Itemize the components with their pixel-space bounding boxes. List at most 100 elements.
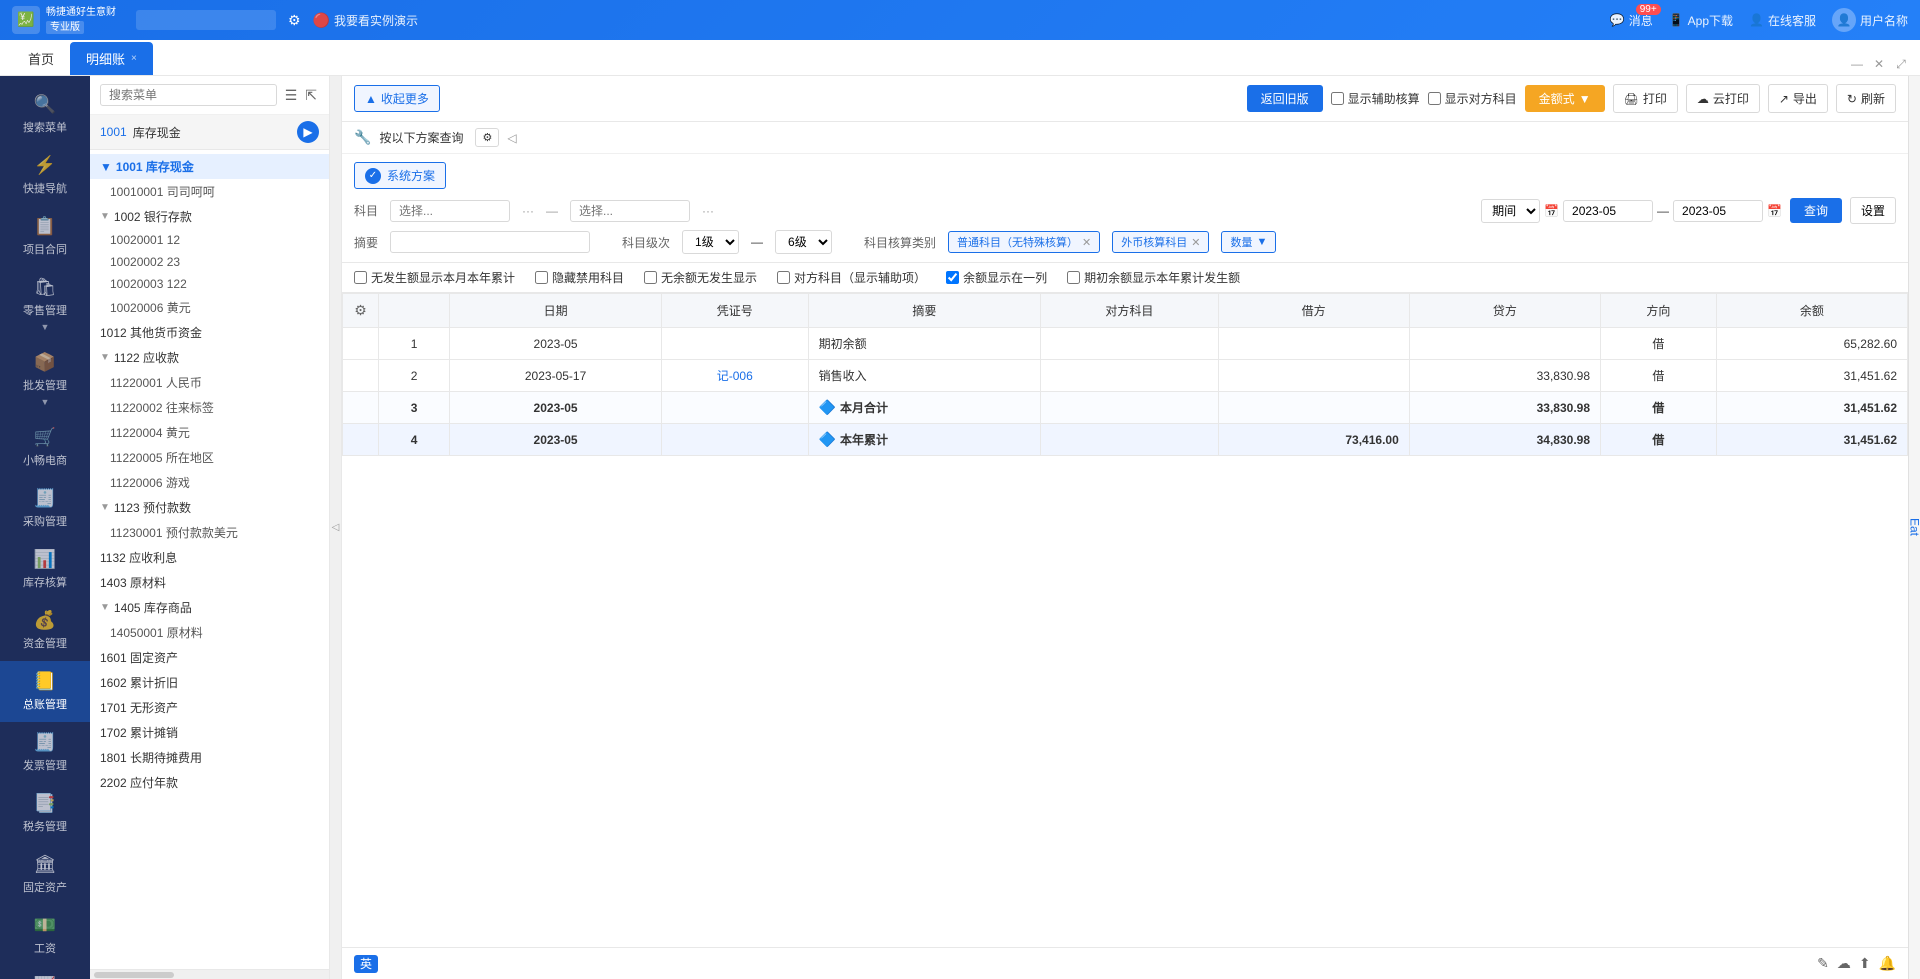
tree-item-1801[interactable]: 1801 长期待摊费用 bbox=[90, 745, 329, 770]
app-download-btn[interactable]: 📱 App下载 bbox=[1669, 12, 1733, 29]
status-translate-btn[interactable]: 英 bbox=[354, 955, 378, 972]
chk-hide-disabled[interactable]: 隐藏禁用科目 bbox=[535, 269, 624, 286]
tree-item-11220005[interactable]: 11220005 所在地区 bbox=[90, 445, 329, 470]
sidebar-item-purchase[interactable]: 🧾 采购管理 bbox=[0, 478, 90, 539]
tree-list-view-btn[interactable]: ☰ bbox=[283, 85, 300, 106]
sidebar-item-salary[interactable]: 💵 工资 bbox=[0, 905, 90, 966]
tree-item-1602[interactable]: 1602 累计折旧 bbox=[90, 670, 329, 695]
tag-normal[interactable]: 普通科目（无特殊核算） ✕ bbox=[948, 231, 1100, 253]
tab-detail-ledger[interactable]: 明细账 × bbox=[70, 42, 153, 75]
window-close-btn[interactable]: ✕ bbox=[1872, 57, 1886, 71]
right-expand-panel[interactable]: Eat bbox=[1908, 76, 1920, 979]
sidebar-item-inventory[interactable]: 📊 库存核算 bbox=[0, 539, 90, 600]
tree-item-1122[interactable]: ▼ 1122 应收款 bbox=[90, 345, 329, 370]
sidebar-item-wholesale[interactable]: 📦 批发管理 ▼ bbox=[0, 342, 90, 417]
status-upload-btn[interactable]: ⬆ bbox=[1859, 955, 1871, 972]
return-old-version-btn[interactable]: 返回旧版 bbox=[1247, 85, 1323, 112]
show-contra-checkbox-label[interactable]: 显示对方科目 bbox=[1428, 90, 1517, 107]
table-column-settings-btn[interactable]: ⚙ bbox=[354, 302, 367, 319]
sidebar-item-accounting[interactable]: 📒 总账管理 bbox=[0, 661, 90, 722]
tree-item-1403[interactable]: 1403 原材料 bbox=[90, 570, 329, 595]
date-from-input[interactable] bbox=[1563, 200, 1653, 222]
chk-contra-subject-input[interactable] bbox=[777, 271, 790, 284]
tree-item-1601[interactable]: 1601 固定资产 bbox=[90, 645, 329, 670]
subject-from-input[interactable] bbox=[390, 200, 510, 222]
tree-item-1002[interactable]: ▼ 1002 银行存款 bbox=[90, 204, 329, 229]
tag-quantity[interactable]: 数量 ▼ bbox=[1221, 231, 1276, 253]
tree-collapse-all-btn[interactable]: ⇱ bbox=[303, 85, 319, 106]
summary-input[interactable] bbox=[390, 231, 590, 253]
tree-item-11220002[interactable]: 11220002 往来标签 bbox=[90, 395, 329, 420]
status-cloud-btn[interactable]: ☁ bbox=[1837, 955, 1851, 972]
status-edit-btn[interactable]: ✎ bbox=[1817, 955, 1829, 972]
sidebar-item-ecommerce[interactable]: 🛒 小畅电商 bbox=[0, 417, 90, 478]
panel-collapse-handle[interactable]: ◁ bbox=[330, 76, 342, 979]
tree-item-10020006[interactable]: 10020006 黄元 bbox=[90, 295, 329, 320]
status-bell-btn[interactable]: 🔔 bbox=[1879, 955, 1896, 972]
sidebar-item-tax[interactable]: 📑 税务管理 bbox=[0, 783, 90, 844]
tree-item-10020002[interactable]: 10020002 23 bbox=[90, 251, 329, 273]
tree-item-1132[interactable]: 1132 应收利息 bbox=[90, 545, 329, 570]
show-aux-checkbox-label[interactable]: 显示辅助核算 bbox=[1331, 90, 1420, 107]
tab-home[interactable]: 首页 bbox=[12, 42, 70, 75]
sidebar-item-fixed-assets[interactable]: 🏛 固定资产 bbox=[0, 844, 90, 905]
tree-item-1001[interactable]: ▼ 1001 库存现金 bbox=[90, 154, 329, 179]
tree-item-1012[interactable]: 1012 其他货币资金 bbox=[90, 320, 329, 345]
chk-contra-subject[interactable]: 对方科目（显示辅助项） bbox=[777, 269, 926, 286]
subject-to-input[interactable] bbox=[570, 200, 690, 222]
cloud-print-btn[interactable]: ☁ 云打印 bbox=[1686, 84, 1760, 113]
more-filters-btn[interactable]: ▲ 收起更多 bbox=[354, 85, 440, 112]
tree-item-14050001[interactable]: 14050001 原材料 bbox=[90, 620, 329, 645]
tree-item-1702[interactable]: 1702 累计摊销 bbox=[90, 720, 329, 745]
window-expand-btn[interactable]: ⤢ bbox=[1894, 57, 1908, 71]
tree-item-1701[interactable]: 1701 无形资产 bbox=[90, 695, 329, 720]
tree-item-1123[interactable]: ▼ 1123 预付款数 bbox=[90, 495, 329, 520]
message-btn[interactable]: 💬 消息 99+ bbox=[1610, 12, 1653, 29]
refresh-btn[interactable]: ↻ 刷新 bbox=[1836, 84, 1896, 113]
tree-nav-next-btn[interactable]: ▶ bbox=[297, 121, 319, 143]
tag-foreign-close-icon[interactable]: ✕ bbox=[1191, 236, 1200, 249]
chk-no-activity[interactable]: 无发生额显示本月本年累计 bbox=[354, 269, 515, 286]
demo-link[interactable]: 🔴 我要看实例演示 bbox=[313, 12, 418, 29]
filter-config-btn[interactable]: ⚙ bbox=[475, 128, 499, 147]
tree-item-11220004[interactable]: 11220004 黄元 bbox=[90, 420, 329, 445]
date-to-input[interactable] bbox=[1673, 200, 1763, 222]
filter-settings-btn[interactable]: 设置 bbox=[1850, 197, 1896, 224]
sidebar-item-retail[interactable]: 🛍 零售管理 ▼ bbox=[0, 267, 90, 342]
amount-format-btn[interactable]: 金额式 ▼ bbox=[1525, 85, 1605, 112]
tree-item-11220006[interactable]: 11220006 游戏 bbox=[90, 470, 329, 495]
tag-normal-close-icon[interactable]: ✕ bbox=[1082, 236, 1091, 249]
print-btn[interactable]: 🖨 打印 bbox=[1613, 84, 1678, 113]
sidebar-item-project[interactable]: 📋 项目合同 bbox=[0, 206, 90, 267]
chk-no-balance[interactable]: 无余额无发生显示 bbox=[644, 269, 757, 286]
voucher-link[interactable]: 记-006 bbox=[717, 369, 753, 383]
window-minimize-btn[interactable]: — bbox=[1850, 57, 1864, 71]
level-from-select[interactable]: 1级 bbox=[682, 230, 739, 254]
tree-item-1405[interactable]: ▼ 1405 库存商品 bbox=[90, 595, 329, 620]
tree-item-10020003[interactable]: 10020003 122 bbox=[90, 273, 329, 295]
show-contra-checkbox[interactable] bbox=[1428, 92, 1441, 105]
topbar-settings-button[interactable]: ⚙ bbox=[284, 8, 305, 33]
chk-hide-disabled-input[interactable] bbox=[535, 271, 548, 284]
tag-foreign[interactable]: 外币核算科目 ✕ bbox=[1112, 231, 1209, 253]
sidebar-item-invoice[interactable]: 🧾 发票管理 bbox=[0, 722, 90, 783]
chk-initial-balance-input[interactable] bbox=[1067, 271, 1080, 284]
sidebar-item-finance[interactable]: 💰 资金管理 bbox=[0, 600, 90, 661]
tree-item-11220001[interactable]: 11220001 人民币 bbox=[90, 370, 329, 395]
chk-balance-one-col-input[interactable] bbox=[946, 271, 959, 284]
period-type-select[interactable]: 期间 bbox=[1481, 199, 1540, 223]
chk-no-activity-input[interactable] bbox=[354, 271, 367, 284]
show-aux-checkbox[interactable] bbox=[1331, 92, 1344, 105]
sidebar-item-operations[interactable]: 📈 经营管理 bbox=[0, 966, 90, 979]
system-scheme-btn[interactable]: ✓ 系统方案 bbox=[354, 162, 446, 189]
tree-item-10020001[interactable]: 10020001 12 bbox=[90, 229, 329, 251]
level-to-select[interactable]: 6级 bbox=[775, 230, 832, 254]
account-search-input[interactable] bbox=[100, 84, 277, 106]
online-service-btn[interactable]: 👤 在线客服 bbox=[1749, 12, 1816, 29]
horizontal-scrollbar[interactable] bbox=[90, 969, 329, 979]
tree-item-11230001[interactable]: 11230001 预付款款美元 bbox=[90, 520, 329, 545]
sidebar-item-quick-nav[interactable]: ⚡ 快捷导航 bbox=[0, 145, 90, 206]
tab-close-icon[interactable]: × bbox=[131, 53, 137, 64]
sidebar-item-search[interactable]: 🔍 搜索菜单 bbox=[0, 84, 90, 145]
search-input[interactable] bbox=[136, 10, 276, 30]
